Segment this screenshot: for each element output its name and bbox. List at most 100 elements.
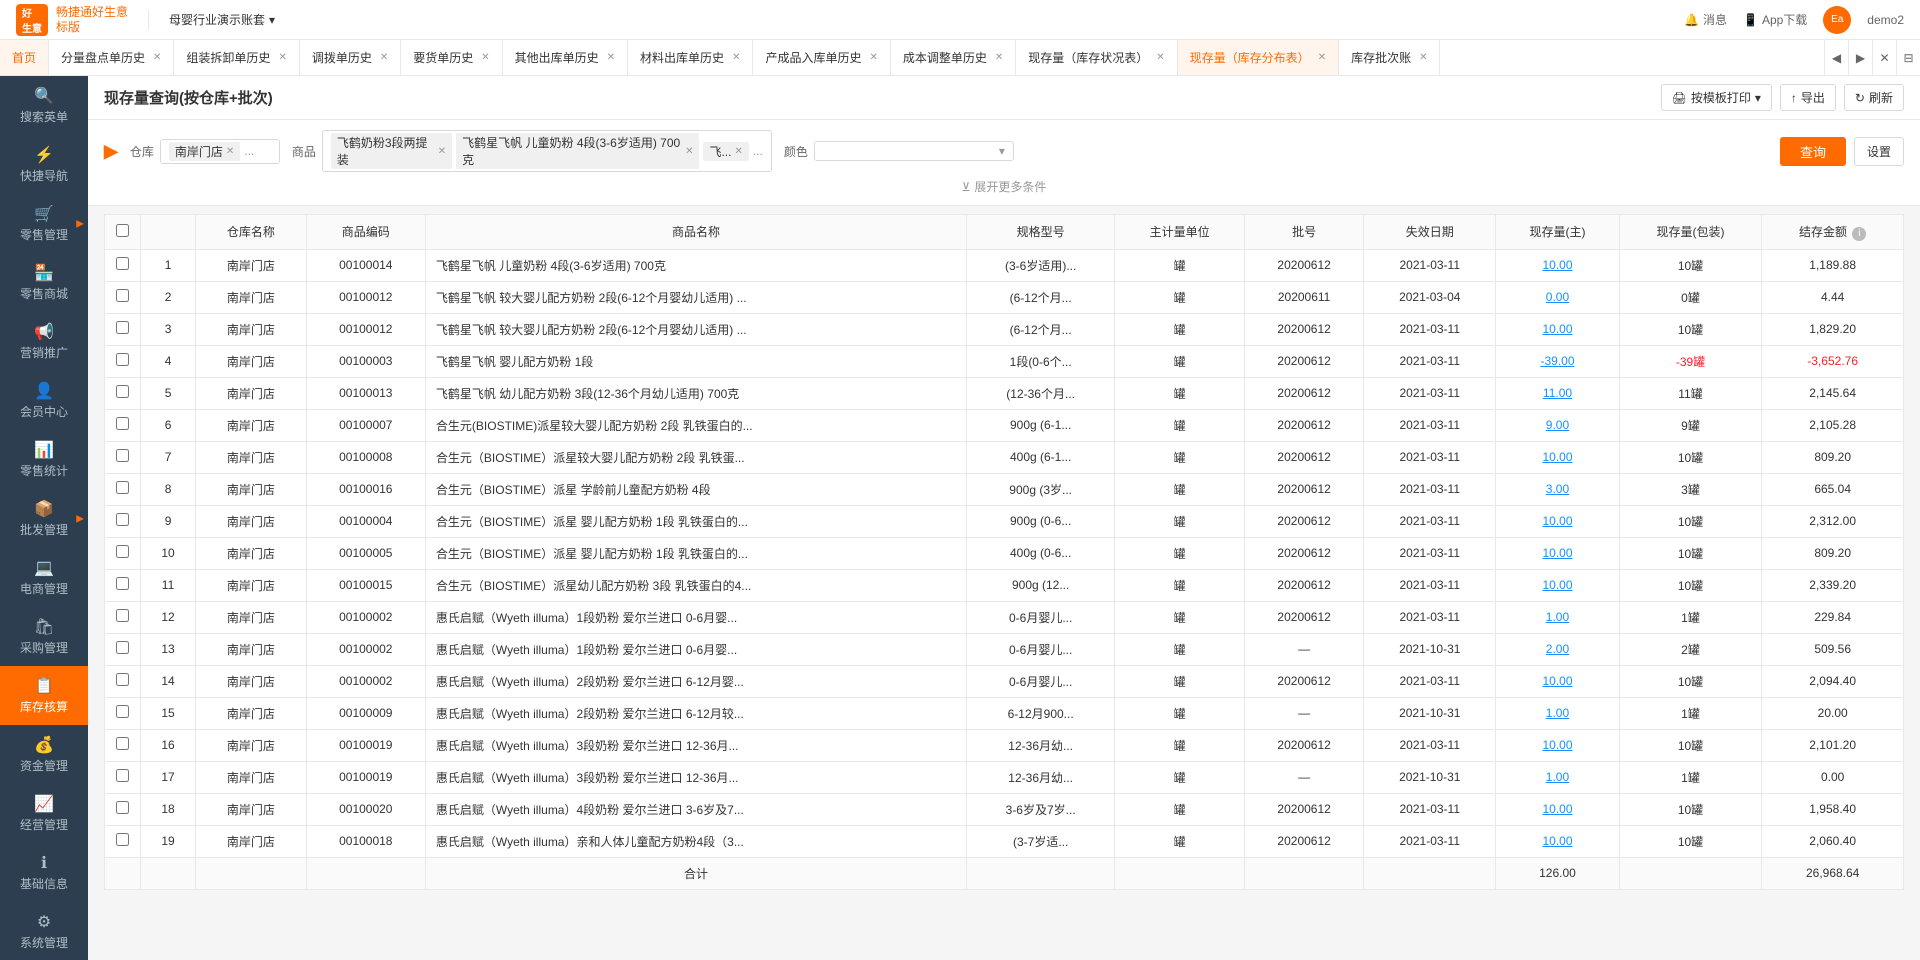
row-qty[interactable]: -39.00 [1496,345,1619,377]
select-all-checkbox[interactable] [116,224,129,237]
setting-btn[interactable]: 设置 [1854,137,1904,166]
tab-material-out[interactable]: 材料出库单历史 ✕ [628,40,753,76]
sidebar-item-purchase[interactable]: 🛍 采购管理 [0,607,88,666]
row-check[interactable] [105,377,141,409]
row-qty[interactable]: 1.00 [1496,601,1619,633]
close-icon[interactable]: ✕ [685,146,693,157]
row-qty[interactable]: 10.00 [1496,793,1619,825]
sidebar-item-marketing[interactable]: 📢 营销推广 [0,312,88,371]
tab-batch-ledger[interactable]: 库存批次账 ✕ [1339,40,1440,76]
row-check[interactable] [105,665,141,697]
row-check[interactable] [105,569,141,601]
message-btn[interactable]: 🔔 消息 [1684,11,1727,28]
th-check[interactable] [105,215,141,250]
print-btn[interactable]: 🖨 按模板打印 ▾ [1661,84,1772,111]
row-check[interactable] [105,793,141,825]
close-icon[interactable]: ✕ [869,52,877,63]
sidebar-item-inventory[interactable]: 📋 库存核算 [0,666,88,725]
row-check[interactable] [105,473,141,505]
product-tag-container[interactable]: 飞鹤奶粉3段两提装 ✕ 飞鹤星飞帆 儿童奶粉 4段(3-6岁适用) 700克 ✕… [322,130,772,172]
close-icon[interactable]: ✕ [438,146,446,157]
tab-next-btn[interactable]: ▶ [1848,40,1872,76]
color-tag-container[interactable]: ▾ [814,141,1014,161]
close-icon[interactable]: ✕ [995,52,1003,63]
tab-stock-dist[interactable]: 现存量（库存分布表） ✕ [1178,40,1339,76]
row-check[interactable] [105,313,141,345]
export-btn[interactable]: ↑ 导出 [1780,84,1836,111]
close-icon[interactable]: ✕ [1419,52,1427,63]
close-icon[interactable]: ✕ [380,52,388,63]
row-check[interactable] [105,825,141,857]
close-icon[interactable]: ✕ [1318,52,1326,63]
tab-menu-btn[interactable]: ⊟ [1896,40,1920,76]
row-qty[interactable]: 9.00 [1496,409,1619,441]
sidebar-item-member[interactable]: 👤 会员中心 [0,371,88,430]
close-icon[interactable]: ✕ [481,52,489,63]
row-check[interactable] [105,409,141,441]
expand-more-btn[interactable]: ⊻ 展开更多条件 [962,178,1047,195]
tab-prev-btn[interactable]: ◀ [1824,40,1848,76]
tab-other-out[interactable]: 其他出库单历史 ✕ [503,40,628,76]
sidebar-item-retail-stats[interactable]: 📊 零售统计 [0,430,88,489]
tab-stock-status[interactable]: 现存量（库存状况表） ✕ [1016,40,1177,76]
row-qty[interactable]: 10.00 [1496,313,1619,345]
tab-query-order[interactable]: 调拨单历史 ✕ [300,40,401,76]
expand-arrow-btn[interactable]: ▶ [104,141,118,162]
row-qty[interactable]: 10.00 [1496,569,1619,601]
row-qty[interactable]: 10.00 [1496,505,1619,537]
sidebar-item-retail[interactable]: 🛒 零售管理 ▶ [0,194,88,253]
tab-home[interactable]: 首页 [0,40,49,76]
row-qty[interactable]: 10.00 [1496,729,1619,761]
close-icon[interactable]: ✕ [732,52,740,63]
row-check[interactable] [105,281,141,313]
row-qty[interactable]: 1.00 [1496,761,1619,793]
row-qty[interactable]: 10.00 [1496,441,1619,473]
row-check[interactable] [105,537,141,569]
row-check[interactable] [105,441,141,473]
row-check[interactable] [105,729,141,761]
sidebar-item-retail-shop[interactable]: 🏪 零售商城 [0,253,88,312]
sidebar-item-basic-info[interactable]: ℹ 基础信息 [0,843,88,902]
tab-require-order[interactable]: 要货单历史 ✕ [401,40,502,76]
sidebar-item-wholesale[interactable]: 📦 批发管理 ▶ [0,489,88,548]
app-download-btn[interactable]: 📱 App下载 [1743,11,1807,28]
row-qty[interactable]: 11.00 [1496,377,1619,409]
close-icon[interactable]: ✕ [278,52,286,63]
close-icon[interactable]: ✕ [607,52,615,63]
sidebar-item-finance[interactable]: 💰 资金管理 [0,725,88,784]
sidebar-item-operation[interactable]: 📈 经营管理 [0,784,88,843]
row-qty[interactable]: 3.00 [1496,473,1619,505]
sidebar-item-ecommerce[interactable]: 💻 电商管理 [0,548,88,607]
row-check[interactable] [105,505,141,537]
tab-cost-adjust[interactable]: 成本调整单历史 ✕ [891,40,1016,76]
sidebar-item-system[interactable]: ⚙ 系统管理 [0,902,88,960]
close-icon[interactable]: ✕ [734,146,742,157]
store-selector[interactable]: 母婴行业演示账套 ▾ [169,11,275,28]
sidebar-item-quick-nav[interactable]: ⚡ 快捷导航 [0,135,88,194]
row-check[interactable] [105,761,141,793]
row-check[interactable] [105,633,141,665]
tab-split-inventory[interactable]: 分量盘点单历史 ✕ [49,40,174,76]
tab-dismantle[interactable]: 组装拆卸单历史 ✕ [174,40,299,76]
tab-product-in[interactable]: 产成品入库单历史 ✕ [753,40,890,76]
avatar[interactable]: Ea [1823,6,1851,34]
row-qty[interactable]: 1.00 [1496,697,1619,729]
close-icon[interactable]: ✕ [226,146,234,157]
close-icon[interactable]: ✕ [153,52,161,63]
row-qty[interactable]: 10.00 [1496,825,1619,857]
row-qty[interactable]: 10.00 [1496,665,1619,697]
warehouse-tag-container[interactable]: 南岸门店 ✕ ... [160,139,280,164]
row-check[interactable] [105,249,141,281]
row-check[interactable] [105,697,141,729]
row-check[interactable] [105,601,141,633]
row-check[interactable] [105,345,141,377]
amount-info-icon[interactable]: i [1852,227,1866,241]
row-qty[interactable]: 2.00 [1496,633,1619,665]
close-icon[interactable]: ✕ [1156,52,1164,63]
sidebar-item-search[interactable]: 🔍 搜索英单 [0,76,88,135]
row-qty[interactable]: 0.00 [1496,281,1619,313]
row-qty[interactable]: 10.00 [1496,249,1619,281]
search-btn[interactable]: 查询 [1780,137,1846,166]
refresh-btn[interactable]: ↻ 刷新 [1844,84,1904,111]
tab-close-btn[interactable]: ✕ [1872,40,1896,76]
